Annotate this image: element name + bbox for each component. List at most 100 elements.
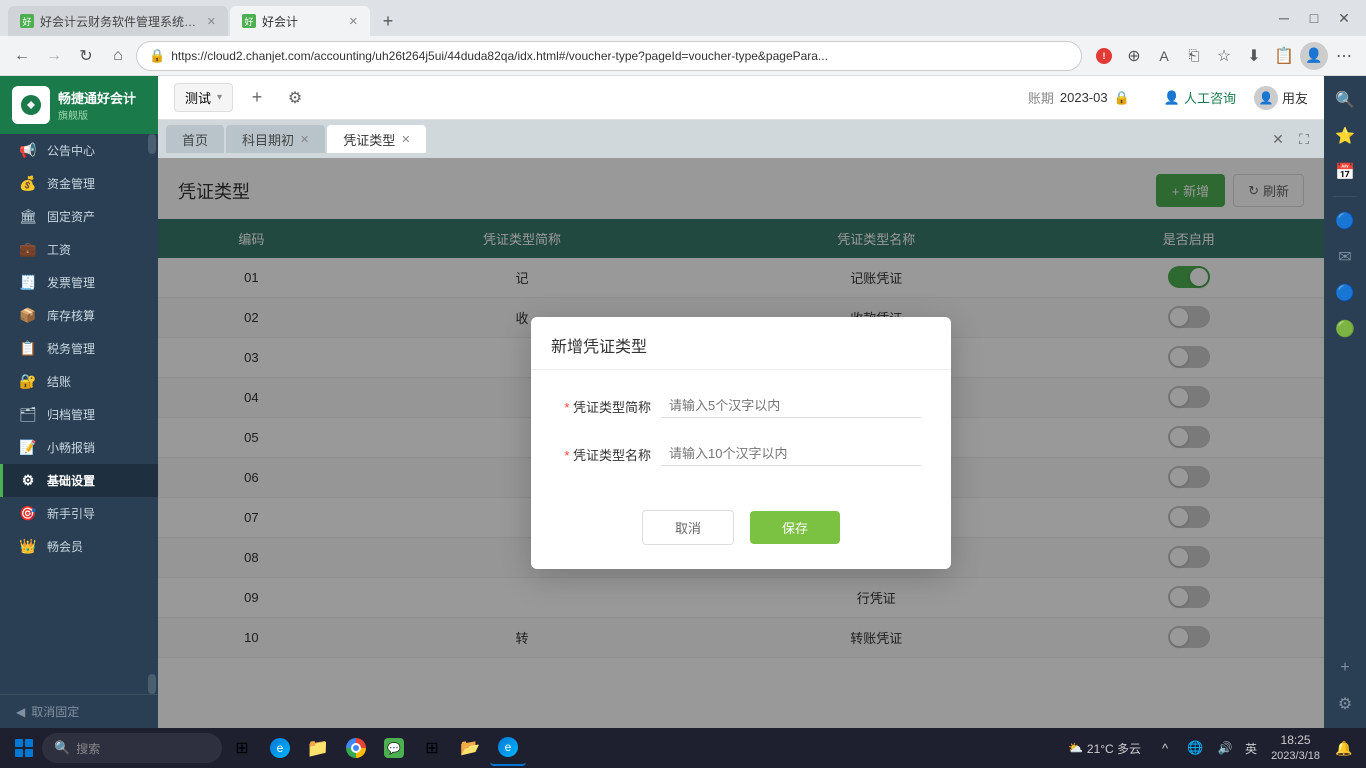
- tab-maximize-button[interactable]: ⛶: [1292, 127, 1316, 151]
- right-panel-star-icon[interactable]: ⭐: [1329, 120, 1361, 152]
- taskbar-wechat-button[interactable]: 💬: [376, 730, 412, 766]
- notification-center-button[interactable]: 🔔: [1330, 734, 1358, 762]
- windows-logo-br: [25, 749, 33, 757]
- right-panel-mail-icon[interactable]: ✉: [1329, 241, 1361, 273]
- sidebar-item-member[interactable]: 👑 畅会员: [0, 530, 158, 563]
- browser-close-button[interactable]: ✕: [1330, 4, 1358, 32]
- sidebar-item-expense[interactable]: 📝 小畅报销: [0, 431, 158, 464]
- taskbar-explorer-button[interactable]: 📁: [300, 730, 336, 766]
- taskbar-chrome-button[interactable]: [338, 730, 374, 766]
- member-icon: 👑: [19, 538, 37, 555]
- taskbar-system-tray: ⛅ 21°C 多云 ^ 🌐 🔊 英 18:25 2023/3/18 🔔: [1060, 732, 1358, 764]
- sidebar-item-tax[interactable]: 📋 税务管理: [0, 332, 158, 365]
- home-button[interactable]: ⌂: [104, 42, 132, 70]
- windows-logo-icon: [15, 739, 33, 757]
- more-options-button[interactable]: ⋯: [1330, 42, 1358, 70]
- tab-voucher-type-close[interactable]: ✕: [401, 133, 410, 146]
- right-panel-add-icon[interactable]: +: [1329, 652, 1361, 684]
- taskbar-apps-button[interactable]: ⊞: [414, 730, 450, 766]
- translate-button[interactable]: A: [1150, 42, 1178, 70]
- taskbar-edge2-button[interactable]: e: [490, 730, 526, 766]
- tab-voucher-type[interactable]: 凭证类型 ✕: [327, 125, 426, 153]
- right-panel-calendar-icon[interactable]: 📅: [1329, 156, 1361, 188]
- sidebar-item-inventory[interactable]: 📦 库存核算: [0, 299, 158, 332]
- right-panel-green-icon[interactable]: 🟢: [1329, 313, 1361, 345]
- customer-service-icon: 👤: [1164, 90, 1180, 106]
- task-view-button[interactable]: ⊞: [224, 730, 260, 766]
- browser-minimize-button[interactable]: ─: [1270, 4, 1298, 32]
- downloads-button[interactable]: ⬇: [1240, 42, 1268, 70]
- right-panel-settings-icon[interactable]: ⚙: [1329, 688, 1361, 720]
- tab-subject[interactable]: 科目期初 ✕: [226, 125, 325, 153]
- add-workspace-button[interactable]: +: [243, 84, 271, 112]
- profile-button[interactable]: 👤: [1300, 42, 1328, 70]
- closing-icon: 🔐: [19, 373, 37, 390]
- sidebar-item-guide[interactable]: 🎯 新手引导: [0, 497, 158, 530]
- taskbar-search[interactable]: 🔍 搜索: [42, 733, 222, 763]
- address-bar[interactable]: 🔒 https://cloud2.chanjet.com/accounting/…: [136, 41, 1082, 71]
- tab-home[interactable]: 首页: [166, 125, 224, 153]
- field-short-input[interactable]: [661, 394, 921, 418]
- volume-icon[interactable]: 🔊: [1211, 734, 1239, 762]
- share-button[interactable]: ⎗: [1180, 42, 1208, 70]
- workspace-selector[interactable]: 测试 ▾: [174, 83, 233, 112]
- save-button[interactable]: 保存: [750, 511, 840, 544]
- customer-service-button[interactable]: 👤 人工咨询: [1156, 84, 1244, 111]
- field-name-input[interactable]: [661, 442, 921, 466]
- refresh-nav-button[interactable]: ↻: [72, 42, 100, 70]
- forward-button[interactable]: →: [40, 42, 68, 70]
- clock-time: 18:25: [1271, 732, 1320, 749]
- user-menu-button[interactable]: 👤 用友: [1254, 86, 1308, 110]
- tab-voucher-type-label: 凭证类型: [343, 130, 395, 149]
- weather-widget[interactable]: ⛅ 21°C 多云: [1060, 740, 1149, 757]
- weather-text: 21°C 多云: [1087, 740, 1141, 757]
- back-button[interactable]: ←: [8, 42, 36, 70]
- tab-subject-close[interactable]: ✕: [300, 133, 309, 146]
- extensions-button[interactable]: !: [1090, 42, 1118, 70]
- tab-close-2[interactable]: ✕: [349, 15, 358, 28]
- wechat-icon: 💬: [384, 738, 404, 758]
- taskbar-edge-button[interactable]: e: [262, 730, 298, 766]
- right-panel-divider-1: [1333, 196, 1357, 197]
- reading-list-button[interactable]: 📋: [1270, 42, 1298, 70]
- sidebar-item-announcements[interactable]: 📢 公告中心: [0, 134, 158, 167]
- sidebar-item-expense-label: 小畅报销: [47, 439, 95, 456]
- sidebar-item-funds[interactable]: 💰 资金管理: [0, 167, 158, 200]
- sidebar-item-settings[interactable]: ⚙ 基础设置: [0, 464, 158, 497]
- sidebar-footer-unpin[interactable]: ◀ 取消固定: [0, 694, 158, 728]
- windows-logo-tr: [25, 739, 33, 747]
- right-panel-outlook-icon[interactable]: 🔵: [1329, 277, 1361, 309]
- required-asterisk-short: *: [564, 400, 573, 415]
- browser-tab-inactive[interactable]: 好 好会计云财务软件管理系统_会计 ✕: [8, 6, 228, 36]
- taskbar-folder-button[interactable]: 📂: [452, 730, 488, 766]
- modal-footer: 取消 保存: [531, 498, 951, 569]
- chrome-icon: [346, 738, 366, 758]
- field-short-label-text: 凭证类型简称: [573, 400, 651, 415]
- add-voucher-type-modal: 新增凭证类型 * 凭证类型简称 * 凭证类型名称: [531, 317, 951, 569]
- taskbar-clock[interactable]: 18:25 2023/3/18: [1263, 732, 1328, 764]
- sidebar-item-closing[interactable]: 🔐 结账: [0, 365, 158, 398]
- sidebar-item-invoice[interactable]: 🧾 发票管理: [0, 266, 158, 299]
- user-avatar: 👤: [1254, 86, 1278, 110]
- system-icons-expand[interactable]: ^: [1151, 734, 1179, 762]
- browser-restore-button[interactable]: □: [1300, 4, 1328, 32]
- tab-close-1[interactable]: ✕: [207, 15, 216, 28]
- sidebar-item-salary[interactable]: 💼 工资: [0, 233, 158, 266]
- tab-favicon-1: 好: [20, 14, 34, 28]
- sidebar-item-archive[interactable]: 🗂 归档管理: [0, 398, 158, 431]
- new-tab-button[interactable]: +: [372, 6, 404, 36]
- workspace-settings-button[interactable]: ⚙: [281, 84, 309, 112]
- bookmark-button[interactable]: ☆: [1210, 42, 1238, 70]
- screen-reader-button[interactable]: ⊕: [1120, 42, 1148, 70]
- right-panel-search-icon[interactable]: 🔍: [1329, 84, 1361, 116]
- cancel-button[interactable]: 取消: [642, 510, 734, 545]
- content-main: 凭证类型 + 新增 ↻ 刷新 编码 凭证类型简称: [158, 158, 1324, 728]
- sidebar-item-fixed-assets[interactable]: 🏛 固定资产: [0, 200, 158, 233]
- right-panel: 🔍 ⭐ 📅 🔵 ✉ 🔵 🟢 + ⚙: [1324, 76, 1366, 728]
- input-lang-indicator[interactable]: 英: [1241, 740, 1261, 757]
- network-icon[interactable]: 🌐: [1181, 734, 1209, 762]
- browser-tab-active[interactable]: 好 好会计 ✕: [230, 6, 370, 36]
- tab-collapse-button[interactable]: ✕: [1266, 127, 1290, 151]
- start-button[interactable]: [8, 732, 40, 764]
- right-panel-teams-icon[interactable]: 🔵: [1329, 205, 1361, 237]
